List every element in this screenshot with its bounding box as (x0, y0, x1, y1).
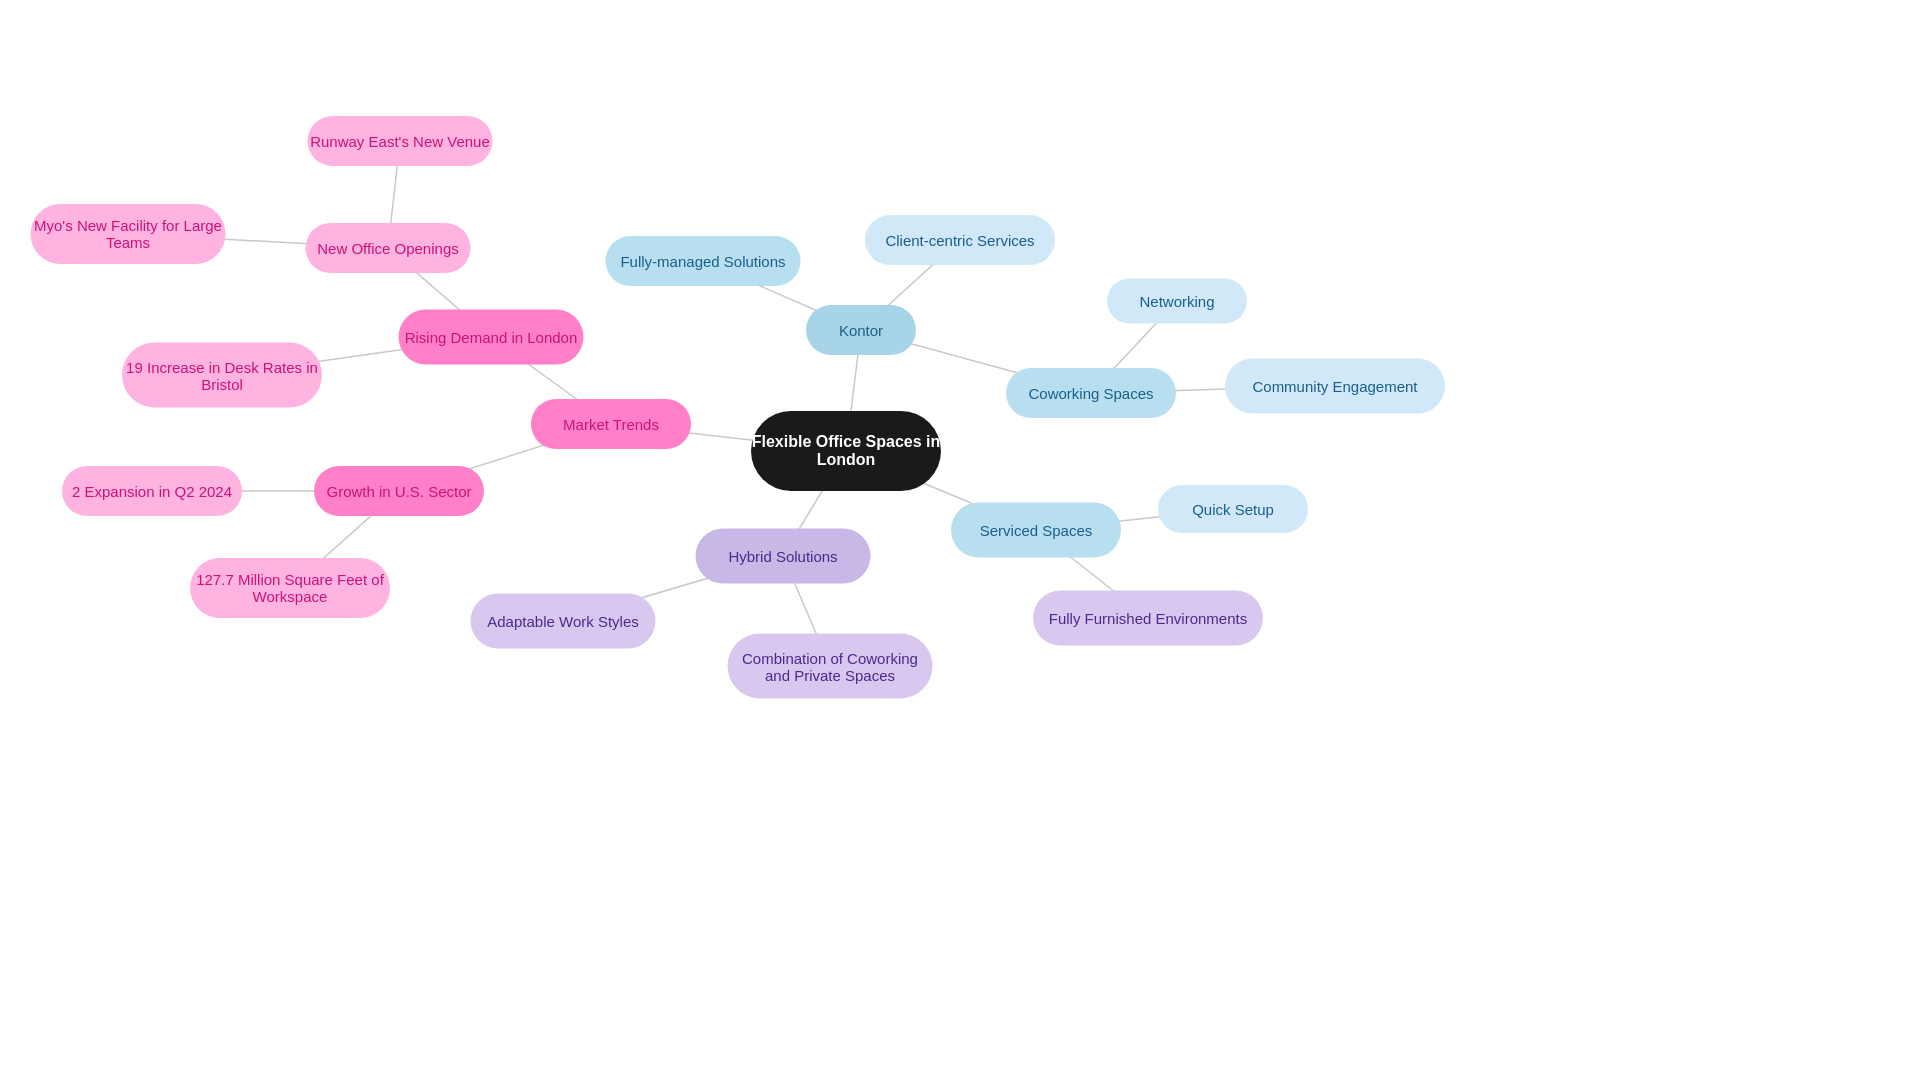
expansion-q2-label: 2 Expansion in Q2 2024 (72, 483, 232, 500)
adaptable-work-label: Adaptable Work Styles (487, 613, 638, 630)
center-label: Flexible Office Spaces in London (751, 433, 941, 469)
fully-furnished-label: Fully Furnished Environments (1049, 610, 1247, 627)
client-centric-node[interactable]: Client-centric Services (865, 215, 1055, 265)
hybrid-solutions-label: Hybrid Solutions (728, 548, 837, 565)
expansion-q2-node[interactable]: 2 Expansion in Q2 2024 (62, 466, 242, 516)
fully-managed-label: Fully-managed Solutions (620, 253, 785, 270)
client-centric-label: Client-centric Services (885, 232, 1034, 249)
community-engagement-node[interactable]: Community Engagement (1225, 359, 1445, 414)
kontor-label: Kontor (839, 322, 883, 339)
networking-node[interactable]: Networking (1107, 279, 1247, 324)
desk-rates-bristol-node[interactable]: 19 Increase in Desk Rates in Bristol (122, 343, 322, 408)
new-office-openings-node[interactable]: New Office Openings (306, 223, 471, 273)
myos-facility-node[interactable]: Myo's New Facility for Large Teams (31, 204, 226, 264)
growth-us-label: Growth in U.S. Sector (326, 483, 471, 500)
coworking-spaces-label: Coworking Spaces (1028, 385, 1153, 402)
growth-us-node[interactable]: Growth in U.S. Sector (314, 466, 484, 516)
market-trends-node[interactable]: Market Trends (531, 399, 691, 449)
community-engagement-label: Community Engagement (1252, 378, 1417, 395)
combination-coworking-label: Combination of Coworking and Private Spa… (728, 649, 933, 683)
myos-facility-label: Myo's New Facility for Large Teams (31, 217, 226, 251)
rising-demand-node[interactable]: Rising Demand in London (399, 310, 584, 365)
quick-setup-label: Quick Setup (1192, 501, 1274, 518)
rising-demand-label: Rising Demand in London (405, 329, 578, 346)
million-sqft-label: 127.7 Million Square Feet of Workspace (190, 571, 390, 605)
quick-setup-node[interactable]: Quick Setup (1158, 485, 1308, 533)
combination-coworking-node[interactable]: Combination of Coworking and Private Spa… (728, 634, 933, 699)
runway-east-label: Runway East's New Venue (310, 133, 490, 150)
market-trends-label: Market Trends (563, 416, 659, 433)
coworking-spaces-node[interactable]: Coworking Spaces (1006, 368, 1176, 418)
runway-east-node[interactable]: Runway East's New Venue (308, 116, 493, 166)
adaptable-work-node[interactable]: Adaptable Work Styles (471, 594, 656, 649)
networking-label: Networking (1139, 293, 1214, 310)
fully-managed-node[interactable]: Fully-managed Solutions (606, 236, 801, 286)
million-sqft-node[interactable]: 127.7 Million Square Feet of Workspace (190, 558, 390, 618)
hybrid-solutions-node[interactable]: Hybrid Solutions (696, 529, 871, 584)
fully-furnished-node[interactable]: Fully Furnished Environments (1033, 591, 1263, 646)
center-node[interactable]: Flexible Office Spaces in London (751, 411, 941, 491)
new-office-openings-label: New Office Openings (317, 240, 458, 257)
desk-rates-bristol-label: 19 Increase in Desk Rates in Bristol (122, 358, 322, 392)
serviced-spaces-label: Serviced Spaces (980, 522, 1093, 539)
kontor-node[interactable]: Kontor (806, 305, 916, 355)
serviced-spaces-node[interactable]: Serviced Spaces (951, 503, 1121, 558)
